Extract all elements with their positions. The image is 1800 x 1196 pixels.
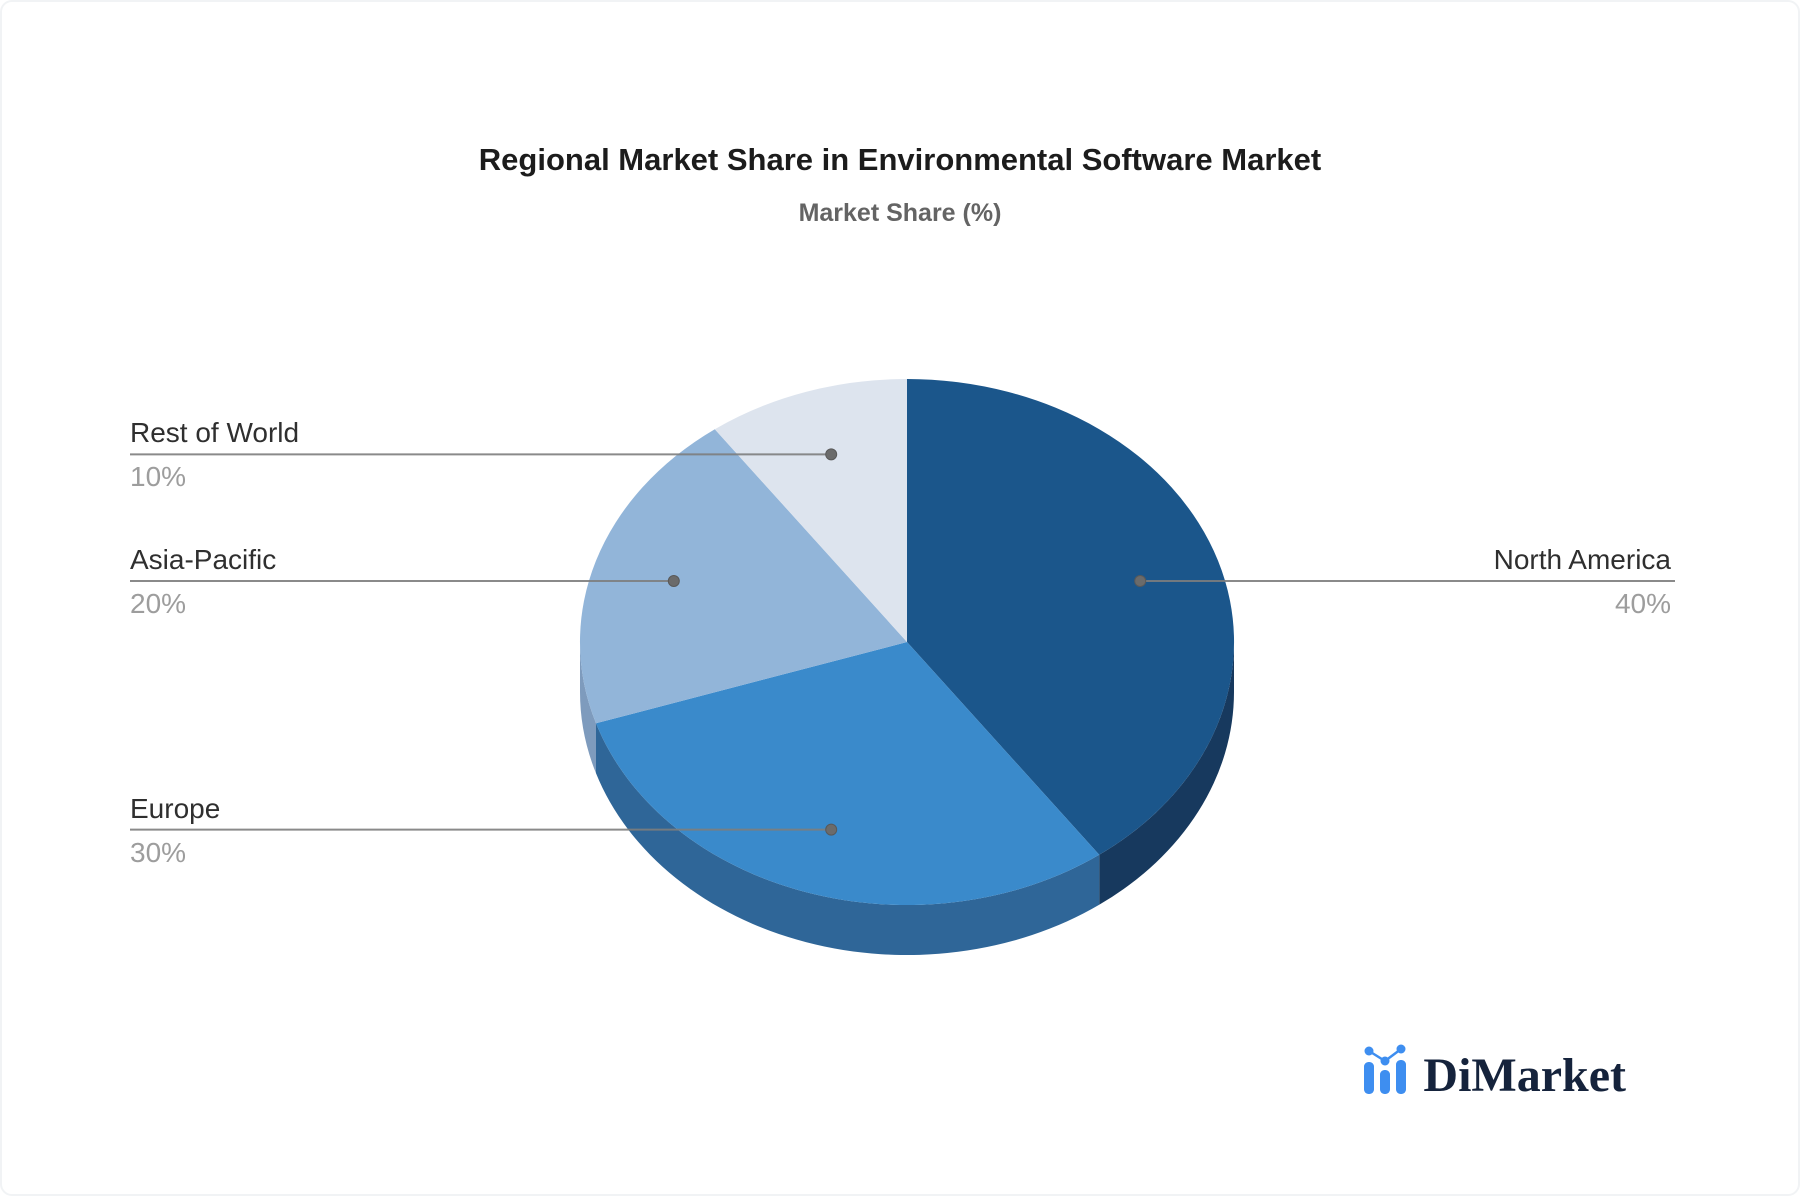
logo-trend-dot-3 [1396, 1044, 1406, 1054]
slice-label-north-america: North America [1493, 544, 1671, 576]
leader-dot-asia-pacific [667, 575, 680, 587]
pie-chart [130, 379, 1675, 956]
logo-trend-dot-2 [1380, 1056, 1390, 1066]
chart-canvas: Regional Market Share in Environmental S… [0, 0, 1800, 1196]
logo-bar-3 [1396, 1060, 1407, 1094]
logo-bar-1 [1364, 1062, 1375, 1094]
slice-label-asia-pacific: Asia-Pacific [130, 544, 277, 576]
logo-bar-2 [1380, 1070, 1391, 1094]
slice-label-rest-of-world: Rest of World [130, 417, 300, 449]
slice-value-asia-pacific: 20% [130, 588, 187, 620]
brand-logo: DiMarket [1363, 1044, 1626, 1100]
logo-trend-dot-1 [1364, 1046, 1374, 1056]
slice-value-north-america: 40% [1614, 588, 1671, 620]
bar-chart-icon [1364, 1044, 1407, 1094]
leader-dot-rest-of-world [825, 448, 838, 461]
brand-name: DiMarket [1423, 1049, 1626, 1102]
leader-dot-north-america [1134, 575, 1147, 587]
slice-value-rest-of-world: 10% [130, 461, 187, 493]
leader-dot-europe [825, 823, 838, 836]
slice-label-europe: Europe [130, 792, 221, 824]
slice-value-europe: 30% [130, 836, 187, 868]
